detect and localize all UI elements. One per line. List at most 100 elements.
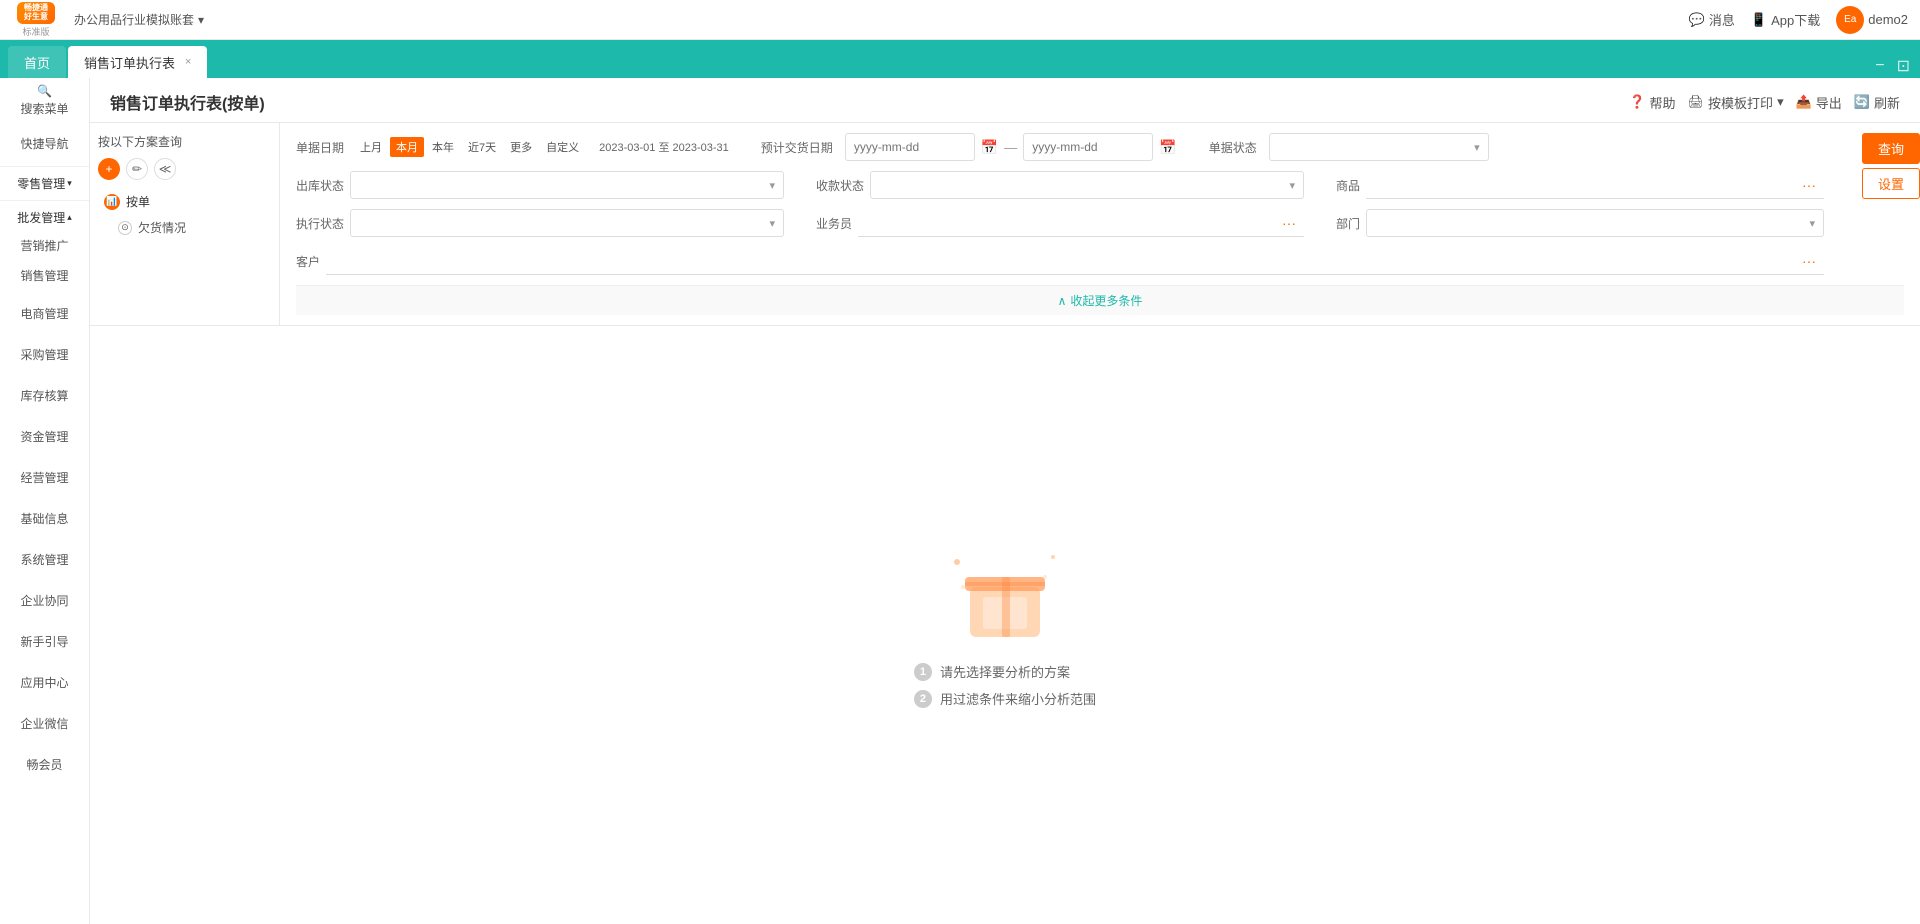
calendar-start-icon[interactable]: 📅: [981, 139, 998, 156]
refresh-btn[interactable]: 🔄 刷新: [1854, 93, 1900, 112]
delivery-status-select[interactable]: ▾: [350, 171, 784, 199]
retail-arrow-icon: ▾: [67, 178, 72, 189]
collection-status-dropdown-icon: ▾: [1289, 179, 1295, 192]
filter-rows: 单据日期 上月 本月 本年 近7天 更多 自定义: [296, 133, 1904, 275]
tab-sales-order[interactable]: 销售订单执行表 ×: [68, 46, 207, 78]
salesperson-label: 业务员: [816, 215, 852, 232]
sidebar-item-marketing[interactable]: 营销推广: [4, 231, 85, 260]
filter-customer-field: 客户 ···: [296, 247, 1824, 275]
sidebar-item-ecommerce[interactable]: 电商管理: [4, 295, 85, 332]
sidebar-item-finance[interactable]: 资金管理: [4, 418, 85, 455]
filter-collection-field: 收款状态 ▾: [816, 171, 1304, 199]
company-dropdown-icon: ▾: [198, 13, 204, 27]
refresh-icon: 🔄: [1854, 94, 1870, 110]
query-btn[interactable]: 查询: [1862, 133, 1920, 164]
sidebar-item-quicknav[interactable]: 快捷导航: [4, 125, 85, 162]
help-icon: ❓: [1629, 94, 1645, 110]
scheme-item-by-order[interactable]: 📊 按单: [98, 188, 271, 215]
sidebar-item-system[interactable]: 系统管理: [4, 541, 85, 578]
sidebar-item-wholesale[interactable]: 批发管理 ▴: [0, 201, 89, 230]
date-tab-thisyear[interactable]: 本年: [426, 137, 460, 157]
filter-right: 单据日期 上月 本月 本年 近7天 更多 自定义: [280, 123, 1920, 325]
logo[interactable]: 畅捷通好生意 标准版: [12, 2, 60, 38]
tab-home[interactable]: 首页: [8, 46, 66, 78]
print-icon: 🖨: [1688, 94, 1705, 110]
scheme-sub-shortage[interactable]: ⊙ 欠货情况: [98, 215, 271, 240]
tip2-number: 2: [914, 690, 932, 708]
settings-btn[interactable]: 设置: [1862, 168, 1920, 199]
messages-label: 消息: [1709, 10, 1735, 29]
export-btn[interactable]: 📤 导出: [1796, 93, 1842, 112]
messages-btn[interactable]: 💬 消息: [1689, 10, 1735, 29]
exec-status-select[interactable]: ▾: [350, 209, 784, 237]
sidebar-item-inventory[interactable]: 库存核算: [4, 377, 85, 414]
filter-exec-field: 执行状态 ▾: [296, 209, 784, 237]
tab-max-btn[interactable]: ⊡: [1895, 54, 1912, 78]
filter-scheme-title: 按以下方案查询: [98, 133, 271, 150]
filter-order-status-field: 单据状态 ▾: [1209, 133, 1489, 161]
filter-row-1: 单据日期 上月 本月 本年 近7天 更多 自定义: [296, 133, 1824, 161]
sidebar-item-retail[interactable]: 零售管理 ▾: [0, 167, 89, 196]
empty-tip-1: 1 请先选择要分析的方案: [914, 662, 1096, 681]
date-tab-custom[interactable]: 自定义: [540, 137, 585, 157]
filter-product-field: 商品 ···: [1336, 171, 1824, 199]
calendar-end-icon[interactable]: 📅: [1159, 139, 1176, 156]
appcenter-label: 应用中心: [20, 674, 68, 691]
system-label: 系统管理: [20, 551, 68, 568]
basic-label: 基础信息: [20, 510, 68, 527]
order-status-select[interactable]: ▾: [1269, 133, 1489, 161]
dept-label: 部门: [1336, 215, 1360, 232]
print-label: 按模板打印: [1708, 93, 1773, 112]
filter-scheme-panel: 按以下方案查询 + ✏ ≪ 📊 按单 ⊙ 欠货情况: [90, 123, 280, 325]
sidebar-item-basic[interactable]: 基础信息: [4, 500, 85, 537]
sidebar-section-wholesale: 批发管理 ▴ 营销推广 销售管理: [0, 200, 89, 291]
filter-date-field: 单据日期 上月 本月 本年 近7天 更多 自定义: [296, 137, 729, 157]
salesperson-dots-btn[interactable]: ···: [1278, 215, 1300, 231]
sidebar-item-members[interactable]: 畅会员: [4, 746, 85, 783]
date-range-display: 2023-03-01 至 2023-03-31: [599, 139, 729, 155]
user-menu[interactable]: Ea demo2: [1836, 6, 1908, 34]
product-dots-btn[interactable]: ···: [1798, 177, 1820, 193]
sidebar-item-sales[interactable]: 销售管理: [4, 261, 85, 290]
sidebar-item-operations[interactable]: 经营管理: [4, 459, 85, 496]
expected-date-start-input[interactable]: [845, 133, 975, 161]
sidebar-item-appcenter[interactable]: 应用中心: [4, 664, 85, 701]
collapse-scheme-btn[interactable]: ≪: [154, 158, 176, 180]
page-title: 销售订单执行表(按单): [110, 90, 265, 114]
dept-select[interactable]: ▾: [1366, 209, 1824, 237]
expected-date-end-input[interactable]: [1023, 133, 1153, 161]
customer-dots-btn[interactable]: ···: [1798, 253, 1820, 269]
app-download-btn[interactable]: 📱 App下载: [1751, 10, 1820, 29]
collection-status-select[interactable]: ▾: [870, 171, 1304, 199]
company-selector[interactable]: 办公用品行业模拟账套 ▾: [68, 9, 210, 30]
date-tab-7days[interactable]: 近7天: [462, 137, 502, 157]
nav-tabs: 首页 销售订单执行表 × − ⊡: [0, 40, 1920, 78]
sidebar-item-search[interactable]: 🔍 搜索菜单: [0, 78, 89, 123]
collapse-label: 收起更多条件: [1070, 292, 1142, 309]
refresh-label: 刷新: [1874, 93, 1900, 112]
tab-min-btn[interactable]: −: [1873, 55, 1886, 77]
date-tab-more[interactable]: 更多: [504, 137, 538, 157]
sidebar-item-enterprise[interactable]: 企业协同: [4, 582, 85, 619]
filter-conditions: 单据日期 上月 本月 本年 近7天 更多 自定义: [280, 123, 1920, 325]
add-scheme-btn[interactable]: +: [98, 158, 120, 180]
help-btn[interactable]: ❓ 帮助: [1629, 93, 1675, 112]
collection-label: 收款状态: [816, 177, 864, 194]
retail-label: 零售管理: [17, 175, 65, 192]
page-header: 销售订单执行表(按单) ❓ 帮助 🖨 按模板打印 ▾ 📤 导出 🔄 刷新: [90, 78, 1920, 123]
customer-label: 客户: [296, 253, 320, 270]
enterprise-label: 企业协同: [20, 592, 68, 609]
print-btn[interactable]: 🖨 按模板打印 ▾: [1688, 93, 1784, 112]
topbar-right: 💬 消息 📱 App下载 Ea demo2: [1689, 6, 1908, 34]
tab-close-icon[interactable]: ×: [185, 56, 191, 68]
sidebar-item-wechat[interactable]: 企业微信: [4, 705, 85, 742]
help-label: 帮助: [1650, 93, 1676, 112]
date-tab-thismonth[interactable]: 本月: [390, 137, 424, 157]
collapse-conditions-btn[interactable]: ∧ 收起更多条件: [296, 285, 1904, 315]
quicknav-label: 快捷导航: [20, 135, 68, 152]
edit-scheme-btn[interactable]: ✏: [126, 158, 148, 180]
sidebar-item-purchase[interactable]: 采购管理: [4, 336, 85, 373]
sidebar-item-newguide[interactable]: 新手引导: [4, 623, 85, 660]
logo-sub: 标准版: [22, 25, 49, 38]
date-tab-lastmonth[interactable]: 上月: [354, 137, 388, 157]
